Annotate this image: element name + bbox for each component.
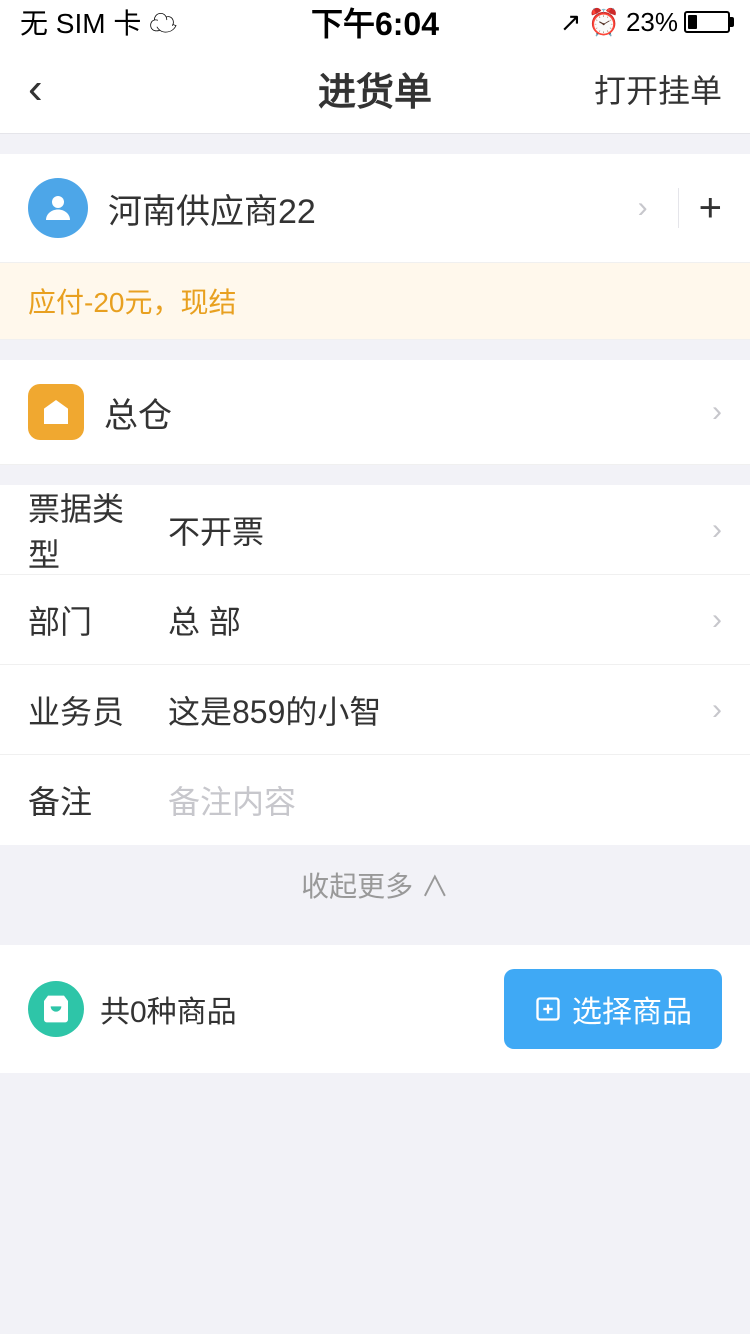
status-bar: 无 SIM 卡 ☁ 下午6:04 ↗ ⏰ 23% <box>0 0 750 44</box>
ticket-type-row[interactable]: 票据类型 不开票 › <box>0 485 750 575</box>
ticket-type-label: 票据类型 <box>28 484 148 576</box>
bottom-section: 共0种商品 选择商品 <box>0 945 750 1073</box>
supplier-card: 河南供应商22 › + 应付-20元，现结 <box>0 154 750 340</box>
add-supplier-button[interactable]: + <box>699 186 722 231</box>
warehouse-chevron-icon: › <box>712 395 722 429</box>
status-bar-time: 下午6:04 <box>311 0 439 45</box>
salesperson-value: 这是859的小智 <box>168 687 712 733</box>
collapse-row[interactable]: 收起更多 ∧ <box>0 845 750 925</box>
section-gap-1 <box>0 134 750 154</box>
warehouse-row[interactable]: 总仓 › <box>0 360 750 465</box>
back-button[interactable]: ‹ <box>18 54 53 124</box>
remark-row[interactable]: 备注 备注内容 <box>0 755 750 845</box>
salesperson-label: 业务员 <box>28 687 148 733</box>
battery-icon <box>684 11 730 33</box>
notice-text: 应付-20元，现结 <box>28 287 236 318</box>
remark-label: 备注 <box>28 777 148 823</box>
collapse-label: 收起更多 ∧ <box>301 865 449 905</box>
alarm-icon: ⏰ <box>588 7 620 38</box>
product-count-area: 共0种商品 <box>28 981 237 1037</box>
person-icon <box>40 190 76 226</box>
salesperson-chevron-icon: › <box>712 693 722 727</box>
department-label: 部门 <box>28 597 148 643</box>
department-row[interactable]: 部门 总 部 › <box>0 575 750 665</box>
section-gap-2 <box>0 340 750 360</box>
department-chevron-icon: › <box>712 603 722 637</box>
ticket-type-chevron-icon: › <box>712 513 722 547</box>
remark-value[interactable]: 备注内容 <box>168 777 722 823</box>
notice-banner: 应付-20元，现结 <box>0 263 750 340</box>
status-bar-right: ↗ ⏰ 23% <box>560 7 730 38</box>
supplier-row[interactable]: 河南供应商22 › + <box>0 154 750 263</box>
salesperson-row[interactable]: 业务员 这是859的小智 › <box>0 665 750 755</box>
cart-icon-wrap <box>28 981 84 1037</box>
warehouse-name: 总仓 <box>104 388 712 437</box>
supplier-name: 河南供应商22 <box>108 184 638 233</box>
nav-bar: ‹ 进货单 打开挂单 <box>0 44 750 134</box>
battery-percent: 23% <box>626 7 678 38</box>
select-product-icon <box>534 995 562 1023</box>
section-gap-3 <box>0 465 750 485</box>
department-value: 总 部 <box>168 597 712 643</box>
open-pending-button[interactable]: 打开挂单 <box>594 66 722 112</box>
supplier-avatar <box>28 178 88 238</box>
ticket-type-value: 不开票 <box>168 507 712 553</box>
select-product-button[interactable]: 选择商品 <box>504 969 722 1049</box>
supplier-divider <box>678 188 679 228</box>
warehouse-icon-wrap <box>28 384 84 440</box>
status-bar-left: 无 SIM 卡 ☁ <box>20 2 177 42</box>
product-count-text: 共0种商品 <box>100 987 237 1031</box>
supplier-chevron-icon: › <box>638 191 648 225</box>
warehouse-icon <box>40 396 72 428</box>
page-title: 进货单 <box>318 61 432 116</box>
cart-icon <box>40 993 72 1025</box>
select-product-label: 选择商品 <box>572 987 692 1031</box>
location-icon: ↗ <box>560 7 582 38</box>
form-card: 票据类型 不开票 › 部门 总 部 › 业务员 这是859的小智 › 备注 备注… <box>0 485 750 845</box>
